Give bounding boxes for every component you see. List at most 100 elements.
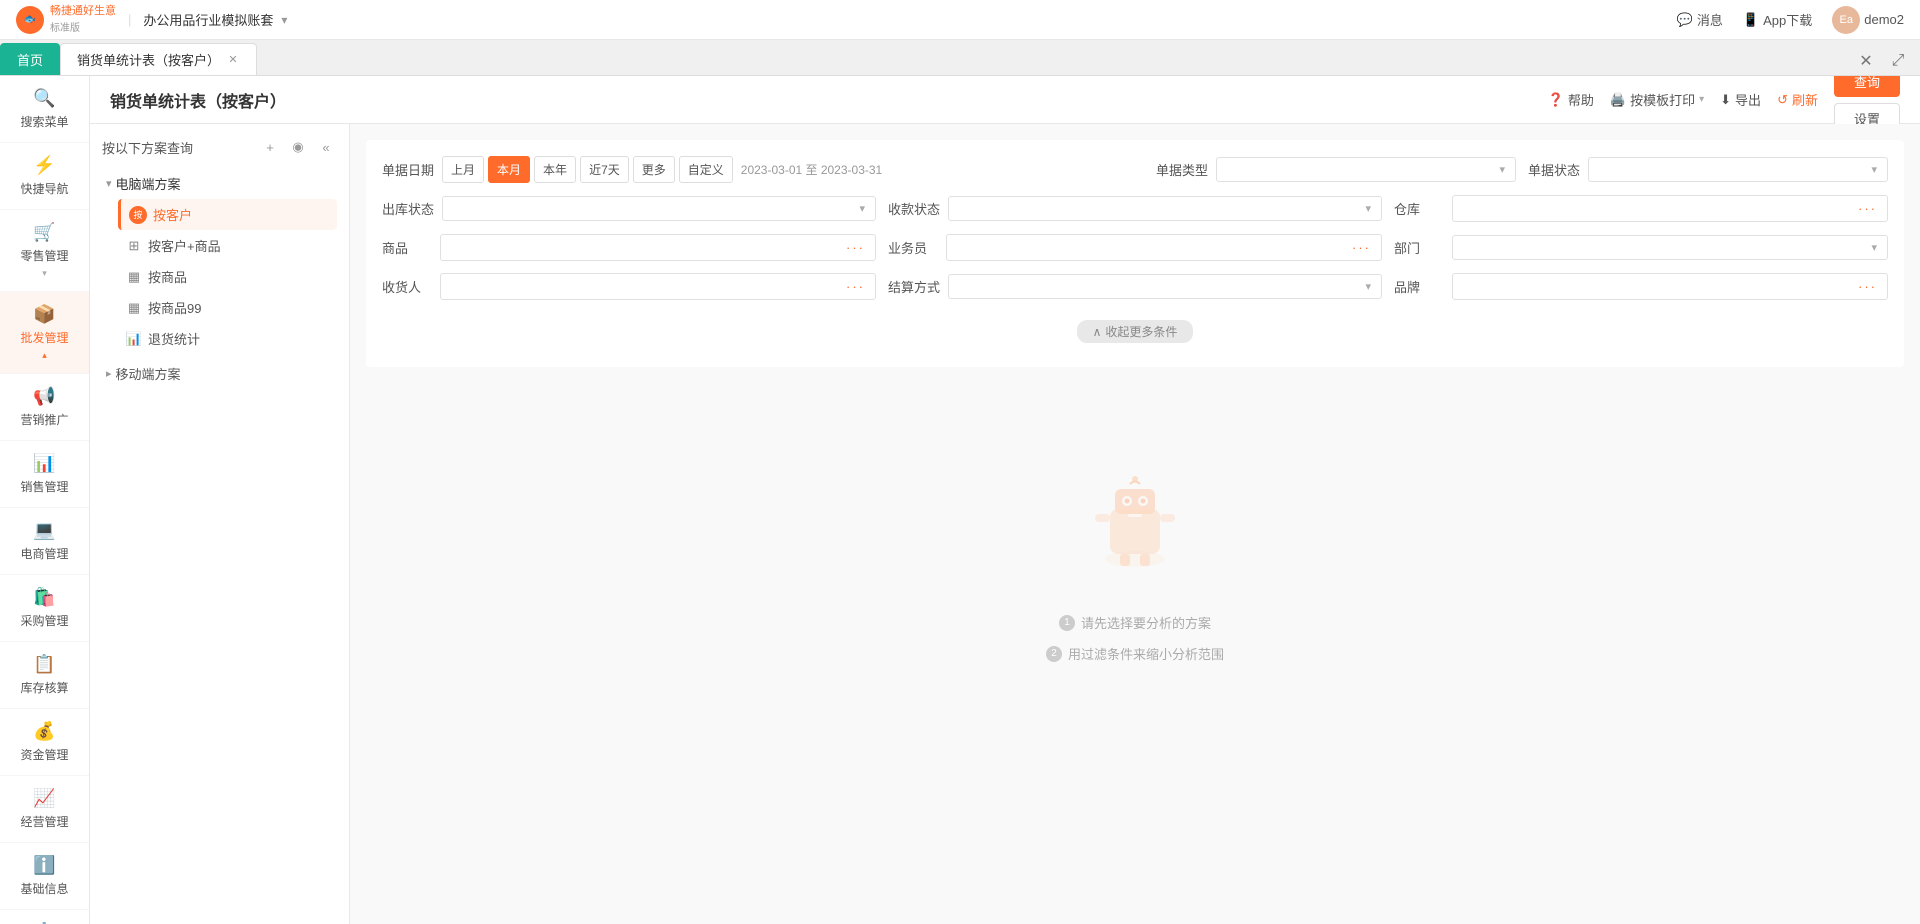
sidebar-item-retail[interactable]: 🛒 零售管理 ▾	[0, 210, 89, 292]
ecommerce-icon: 💻	[33, 520, 55, 541]
query-btn[interactable]: 查询	[1834, 76, 1900, 97]
user-area[interactable]: Ea demo2	[1832, 6, 1904, 34]
filter-item-brand: 品牌 ···	[1394, 273, 1888, 300]
order-type-select[interactable]: ▾	[1216, 157, 1516, 182]
sidebar-item-system[interactable]: ⚙️ 系统管理	[0, 910, 89, 924]
tree-mobile-parent[interactable]: ▸ 移动端方案	[102, 358, 337, 389]
filter-section: 单据日期 上月 本月 本年 近7天 更多 自定义 2023-03-01 至 20…	[366, 140, 1904, 367]
sales-icon: 📊	[33, 453, 55, 474]
filter-item-department: 部门 ▾	[1394, 235, 1888, 260]
sidebar-item-basics[interactable]: ℹ️ 基础信息	[0, 843, 89, 910]
message-icon: 💬	[1677, 12, 1693, 28]
sidebar-item-inventory[interactable]: 📋 库存核算	[0, 642, 89, 709]
help-btn[interactable]: ❓ 帮助	[1548, 90, 1594, 109]
delivery-select[interactable]: ▾	[442, 196, 876, 221]
tab-sales-stat[interactable]: 销货单统计表（按客户） ✕	[60, 43, 257, 75]
print-btn[interactable]: 🖨️ 按模板打印 ▾	[1610, 90, 1704, 109]
order-status-chevron: ▾	[1871, 163, 1877, 176]
breadcrumb-title: 办公用品行业模拟账套	[143, 10, 273, 29]
collapse-tag[interactable]: ∧ 收起更多条件	[1077, 320, 1194, 343]
tab-bar-actions: ✕ ⤢	[1852, 47, 1920, 75]
brand-select[interactable]: ···	[1452, 273, 1888, 300]
product-select[interactable]: ···	[440, 234, 876, 261]
inventory-icon: 📋	[33, 654, 55, 675]
department-label: 部门	[1394, 238, 1444, 257]
sidebar-item-sales[interactable]: 📊 销售管理	[0, 441, 89, 508]
tree-child-icon-product: ▦	[126, 269, 142, 285]
filter-row-date: 单据日期 上月 本月 本年 近7天 更多 自定义 2023-03-01 至 20…	[382, 156, 1888, 183]
order-status-select[interactable]: ▾	[1588, 157, 1888, 182]
warehouse-select[interactable]: ···	[1452, 195, 1888, 222]
tab-close-btn[interactable]: ✕	[226, 53, 240, 67]
collapse-panel-btn[interactable]: «	[315, 136, 337, 158]
tip-num-1: 1	[1059, 615, 1075, 631]
close-window-btn[interactable]: ✕	[1852, 47, 1880, 75]
date-btn-this-year[interactable]: 本年	[534, 156, 576, 183]
collapse-up-icon: ∧	[1093, 325, 1102, 339]
sidebar-item-shortcut[interactable]: ⚡ 快捷导航	[0, 143, 89, 210]
marketing-icon: 📢	[33, 386, 55, 407]
breadcrumb-dropdown[interactable]: ▾	[281, 13, 287, 27]
sidebar-item-operations[interactable]: 📈 经营管理	[0, 776, 89, 843]
filter-item-warehouse: 仓库 ···	[1394, 195, 1888, 222]
filter-row-delivery: 出库状态 ▾ 收款状态 ▾	[382, 195, 1888, 222]
finance-icon: 💰	[33, 721, 55, 742]
basics-icon: ℹ️	[33, 855, 55, 876]
sidebar-item-ecommerce[interactable]: 💻 电商管理	[0, 508, 89, 575]
mobile-icon: 📱	[1743, 12, 1759, 28]
tree-child-return[interactable]: 📊 退货统计	[118, 323, 337, 354]
top-bar-left: 🐟 畅捷通好生意 标准版 | 办公用品行业模拟账套 ▾	[16, 5, 287, 33]
salesperson-select[interactable]: ···	[946, 234, 1382, 261]
sidebar-item-wholesale[interactable]: 📦 批发管理 ▴	[0, 292, 89, 374]
content-body: 按以下方案查询 + ◉ « ▾ 电脑端方案	[90, 124, 1920, 924]
date-btn-this-month[interactable]: 本月	[488, 156, 530, 183]
filter-row-recipient: 收货人 ··· 结算方式 ▾	[382, 273, 1888, 300]
tree-desktop-label: 电脑端方案	[116, 174, 181, 193]
tree-child-customer[interactable]: 按 按客户	[118, 199, 337, 230]
date-label: 单据日期	[382, 160, 434, 179]
tree-child-product[interactable]: ▦ 按商品	[118, 261, 337, 292]
refresh-btn[interactable]: ↺ 刷新	[1777, 90, 1818, 109]
message-btn[interactable]: 💬 消息	[1677, 10, 1723, 29]
sidebar-item-finance[interactable]: 💰 资金管理	[0, 709, 89, 776]
tree-child-product99[interactable]: ▦ 按商品99	[118, 292, 337, 323]
payment-select[interactable]: ▾	[948, 196, 1382, 221]
settings-scheme-btn[interactable]: ◉	[287, 136, 309, 158]
tree-child-icon-customer-product: ⊞	[126, 238, 142, 254]
date-btn-last-month[interactable]: 上月	[442, 156, 484, 183]
sidebar-item-search[interactable]: 🔍 搜索菜单	[0, 76, 89, 143]
add-scheme-btn[interactable]: +	[259, 136, 281, 158]
tree-desktop-parent[interactable]: ▾ 电脑端方案	[102, 168, 337, 199]
payment-label: 收款状态	[888, 199, 940, 218]
product-label: 商品	[382, 238, 432, 257]
collapse-bar[interactable]: ∧ 收起更多条件	[382, 312, 1888, 351]
filter-item-order-status: 单据状态 ▾	[1528, 157, 1888, 182]
department-chevron: ▾	[1871, 241, 1877, 254]
date-btn-more[interactable]: 更多	[633, 156, 675, 183]
logo-info: 畅捷通好生意 标准版	[50, 5, 116, 33]
app-download-btn[interactable]: 📱 App下载	[1743, 10, 1812, 29]
sidebar-item-marketing[interactable]: 📢 营销推广	[0, 374, 89, 441]
department-select[interactable]: ▾	[1452, 235, 1888, 260]
expand-window-btn[interactable]: ⤢	[1884, 47, 1912, 75]
print-dropdown-icon[interactable]: ▾	[1699, 94, 1704, 105]
date-btn-custom[interactable]: 自定义	[679, 156, 733, 183]
app-label: 标准版	[50, 19, 116, 34]
settlement-select[interactable]: ▾	[948, 274, 1382, 299]
empty-tip-1: 1 请先选择要分析的方案	[1059, 613, 1211, 632]
tree-mobile: ▸ 移动端方案	[102, 358, 337, 389]
filter-row-product: 商品 ··· 业务员 ···	[382, 234, 1888, 261]
tree-child-customer-product[interactable]: ⊞ 按客户+商品	[118, 230, 337, 261]
left-panel-title: 按以下方案查询	[102, 138, 193, 157]
left-panel-actions: + ◉ «	[259, 136, 337, 158]
tab-home-label: 首页	[17, 50, 43, 69]
date-btn-7days[interactable]: 近7天	[580, 156, 629, 183]
recipient-select[interactable]: ···	[440, 273, 876, 300]
top-bar-right: 💬 消息 📱 App下载 Ea demo2	[1677, 6, 1904, 34]
export-btn[interactable]: ⬇ 导出	[1720, 90, 1761, 109]
settlement-chevron: ▾	[1365, 280, 1371, 293]
tab-home[interactable]: 首页	[0, 43, 60, 75]
help-icon: ❓	[1548, 92, 1564, 108]
filter-item-product: 商品 ···	[382, 234, 876, 261]
sidebar-item-purchase[interactable]: 🛍️ 采购管理	[0, 575, 89, 642]
